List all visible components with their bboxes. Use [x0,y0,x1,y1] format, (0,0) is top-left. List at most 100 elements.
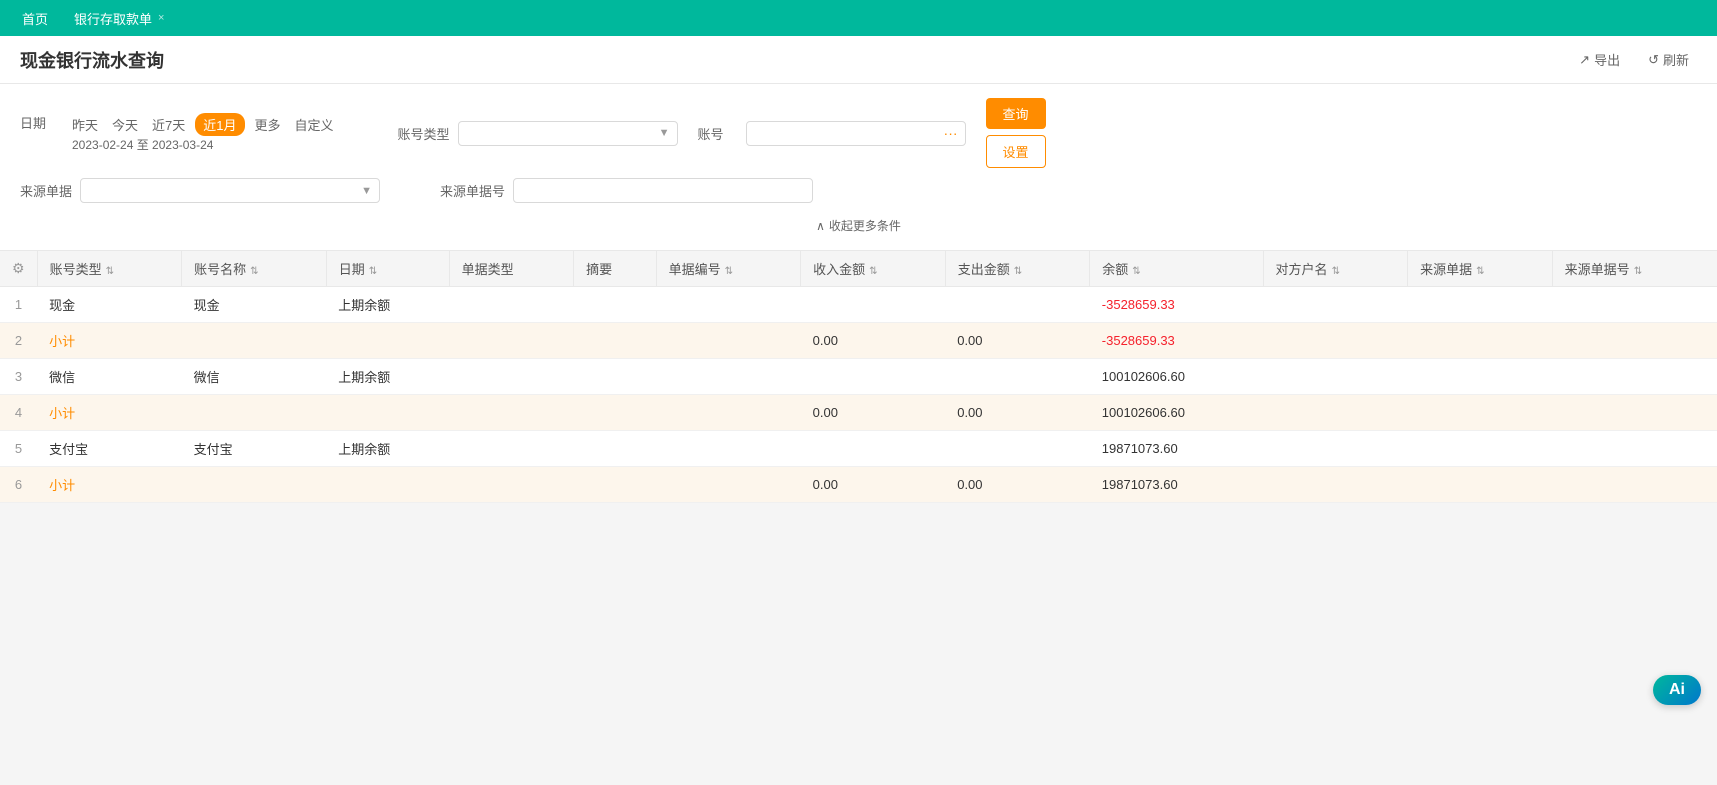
account-type-label: 账号类型 [398,124,450,143]
table-row: 2小计0.000.00-3528659.33 [0,323,1717,359]
settings-button[interactable]: 设置 [986,135,1046,168]
date-range: 2023-02-24 至 2023-03-24 [72,136,338,153]
cell-counterpart [1263,395,1408,431]
cell-doc_type [449,323,574,359]
source-doc-select-wrapper: ▼ [80,178,380,203]
cell-account_name: 微信 [182,359,327,395]
cell-source_doc [1408,431,1553,467]
cell-income: 0.00 [801,467,946,503]
nav-tabs: 收款单×付款单×其他收入单×应收应付调整单×银行存取款单×预收冲应收单×收款核销… [62,0,202,36]
col-header-source_doc_no[interactable]: 来源单据号⇅ [1552,251,1717,287]
col-label: 单据编号 [669,262,721,277]
nav-tab[interactable]: 银行存取款单 × [62,0,202,36]
cell-expense: 0.00 [945,323,1090,359]
col-label: 对方户名 [1276,262,1328,277]
collapse-label: 收起更多条件 [829,217,901,234]
cell-account_type: 小计 [37,395,182,431]
cell-account_name: 现金 [182,287,327,323]
refresh-button[interactable]: ↺ 刷新 [1640,46,1697,73]
account-label: 账号 [698,124,738,143]
account-type-select[interactable] [458,121,678,146]
cell-date: 上期余额 [326,431,449,467]
date-shortcuts-container: 昨天今天近7天近1月更多自定义 2023-02-24 至 2023-03-24 [68,113,338,153]
cell-expense [945,287,1090,323]
table-header-row: ⚙账号类型⇅账号名称⇅日期⇅单据类型摘要单据编号⇅收入金额⇅支出金额⇅余额⇅对方… [0,251,1717,287]
col-header-source_doc[interactable]: 来源单据⇅ [1408,251,1553,287]
date-shortcut[interactable]: 今天 [108,113,142,136]
cell-account_type: 小计 [37,323,182,359]
date-shortcuts: 昨天今天近7天近1月更多自定义 [68,113,338,136]
col-label: 余额 [1102,262,1128,277]
cell-counterpart [1263,287,1408,323]
cell-summary [574,467,656,503]
date-label: 日期 [20,113,60,132]
cell-doc_type [449,467,574,503]
sort-icon: ⇅ [1132,266,1140,277]
cell-settings: 1 [0,287,37,323]
cell-source_doc [1408,395,1553,431]
sort-icon: ⇅ [1332,266,1340,277]
nav-tab-label: 银行存取款单 [74,9,152,28]
col-header-doc_type: 单据类型 [449,251,574,287]
sort-icon: ⇅ [1476,266,1484,277]
date-shortcut[interactable]: 近1月 [195,113,244,136]
cell-source_doc_no [1552,287,1717,323]
table-body: 1现金现金上期余额-3528659.332小计0.000.00-3528659.… [0,287,1717,503]
col-label: 支出金额 [958,262,1010,277]
table-row: 4小计0.000.00100102606.60 [0,395,1717,431]
page-header: 现金银行流水查询 ↗ 导出 ↺ 刷新 [0,36,1717,84]
cell-doc_no [656,395,801,431]
account-input[interactable] [746,121,966,146]
nav-home[interactable]: 首页 [8,9,62,28]
close-icon[interactable]: × [158,12,164,24]
col-label: 账号名称 [194,262,246,277]
top-nav: 首页 收款单×付款单×其他收入单×应收应付调整单×银行存取款单×预收冲应收单×收… [0,0,1717,36]
source-doc-select[interactable] [80,178,380,203]
table-head: ⚙账号类型⇅账号名称⇅日期⇅单据类型摘要单据编号⇅收入金额⇅支出金额⇅余额⇅对方… [0,251,1717,287]
cell-date [326,467,449,503]
export-icon: ↗ [1579,52,1590,68]
col-label: 收入金额 [813,262,865,277]
cell-date [326,323,449,359]
date-shortcut[interactable]: 近7天 [148,113,189,136]
source-doc-no-input[interactable] [513,178,813,203]
cell-account_type: 小计 [37,467,182,503]
col-header-income[interactable]: 收入金额⇅ [801,251,946,287]
col-header-doc_no[interactable]: 单据编号⇅ [656,251,801,287]
cell-account_name [182,323,327,359]
date-shortcut[interactable]: 自定义 [291,113,338,136]
cell-source_doc_no [1552,431,1717,467]
collapse-bar[interactable]: ∧ 收起更多条件 [20,213,1697,240]
cell-doc_type [449,431,574,467]
query-button[interactable]: 查询 [986,98,1046,129]
account-dots-icon[interactable]: ··· [944,125,958,141]
cell-summary [574,287,656,323]
table-row: 5支付宝支付宝上期余额19871073.60 [0,431,1717,467]
cell-source_doc [1408,287,1553,323]
col-label: 日期 [339,262,365,277]
data-table: ⚙账号类型⇅账号名称⇅日期⇅单据类型摘要单据编号⇅收入金额⇅支出金额⇅余额⇅对方… [0,251,1717,503]
gear-icon[interactable]: ⚙ [12,260,25,276]
cell-settings: 5 [0,431,37,467]
source-doc-filter: 来源单据 ▼ [20,178,380,203]
refresh-icon: ↺ [1648,52,1659,68]
date-shortcut[interactable]: 更多 [251,113,285,136]
col-header-settings: ⚙ [0,251,37,287]
account-type-filter: 账号类型 ▼ [398,121,678,146]
date-shortcut[interactable]: 昨天 [68,113,102,136]
source-doc-no-filter: 来源单据号 [440,178,813,203]
cell-doc_type [449,359,574,395]
col-header-date[interactable]: 日期⇅ [326,251,449,287]
ai-badge[interactable]: Ai [1653,675,1701,705]
cell-balance: 19871073.60 [1090,431,1263,467]
col-header-expense[interactable]: 支出金额⇅ [945,251,1090,287]
export-button[interactable]: ↗ 导出 [1571,46,1628,73]
account-filter: 账号 ··· [698,121,966,146]
col-header-account_type[interactable]: 账号类型⇅ [37,251,182,287]
cell-account_type: 现金 [37,287,182,323]
col-header-counterpart[interactable]: 对方户名 ⇅ [1263,251,1408,287]
col-header-account_name[interactable]: 账号名称⇅ [182,251,327,287]
col-header-balance[interactable]: 余额 ⇅ [1090,251,1263,287]
cell-source_doc_no [1552,323,1717,359]
cell-income [801,287,946,323]
